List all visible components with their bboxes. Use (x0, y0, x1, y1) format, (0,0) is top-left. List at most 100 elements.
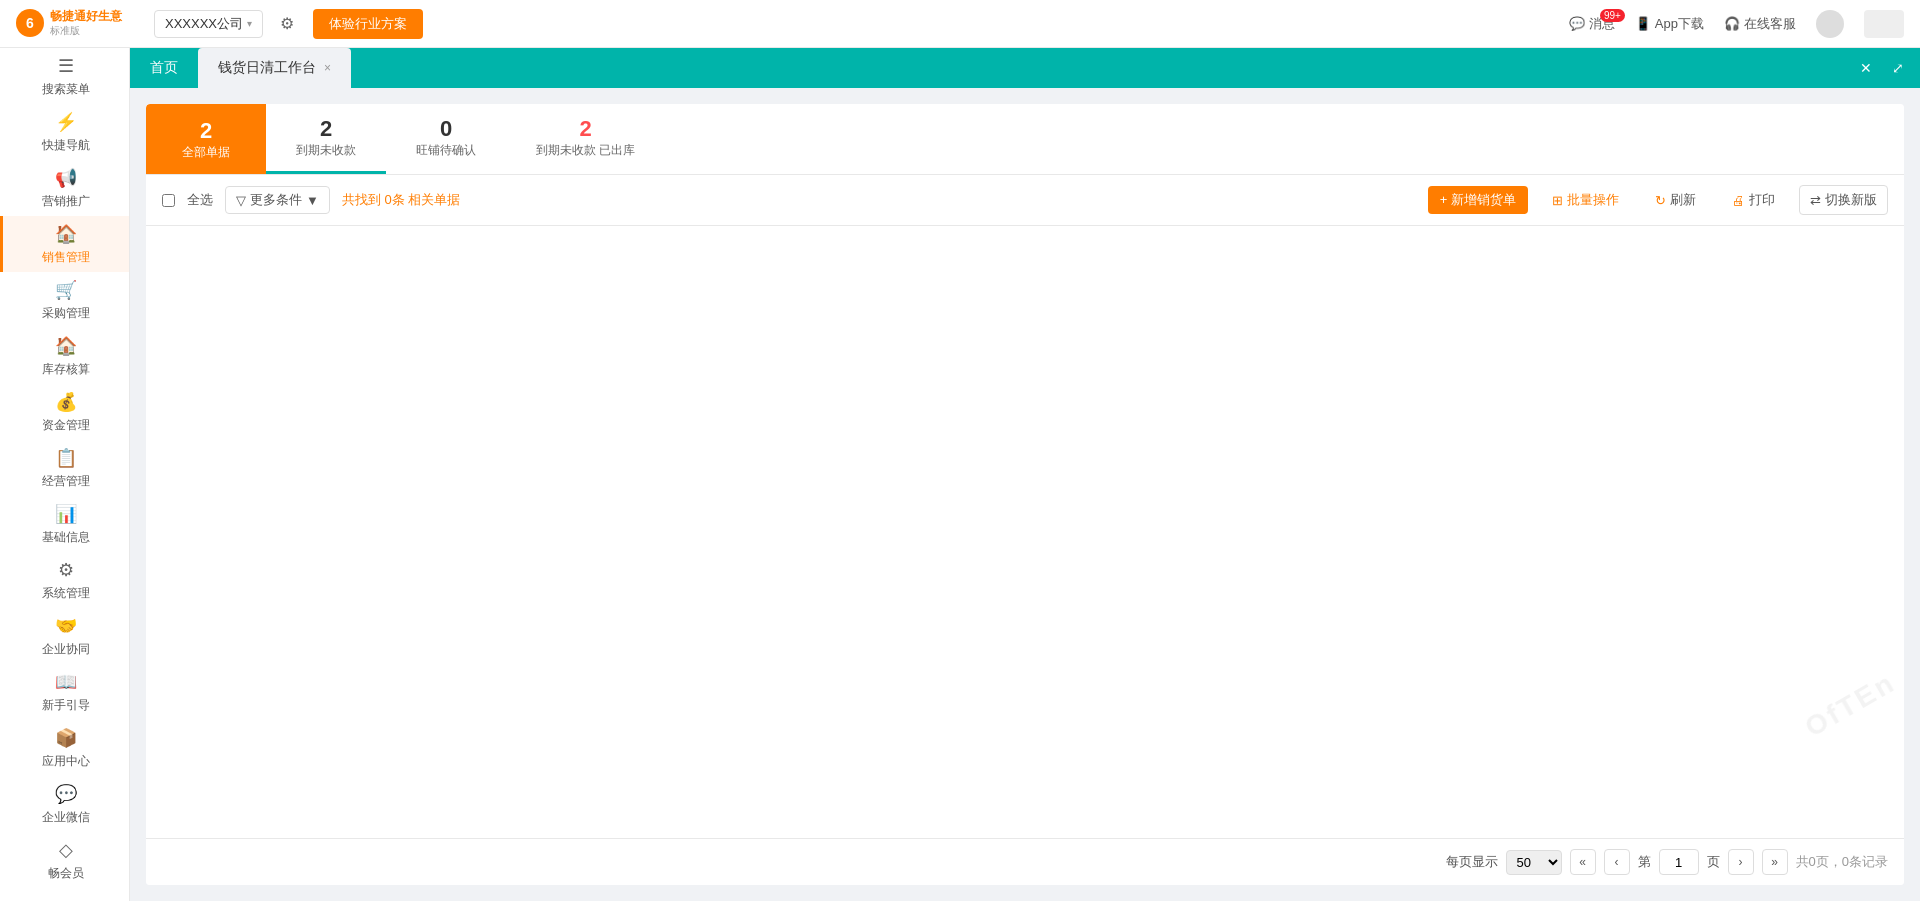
page-number-input[interactable] (1659, 849, 1699, 875)
tab-actions: ✕ ⤢ (1852, 54, 1920, 82)
sidebar: ☰ 搜索菜单 ⚡ 快捷导航 📢 营销推广 🏠 销售管理 🛒 采购管理 🏠 库存核… (0, 48, 130, 901)
message-badge: 99+ (1600, 9, 1625, 22)
stat-num-all: 2 (200, 118, 212, 144)
stat-tab-all[interactable]: 2 全部单据 (146, 104, 266, 174)
filter-button[interactable]: ▽ 更多条件 ▼ (225, 186, 330, 214)
base-info-icon: 📊 (55, 503, 77, 525)
add-sales-order-button[interactable]: + 新增销货单 (1428, 186, 1528, 214)
refresh-button[interactable]: ↻ 刷新 (1643, 186, 1708, 214)
guide-icon: 📖 (55, 671, 77, 693)
member-icon: ◇ (59, 839, 73, 861)
sidebar-item-app-center[interactable]: 📦 应用中心 (0, 720, 129, 776)
quick-nav-icon: ⚡ (55, 111, 77, 133)
sidebar-item-wechat[interactable]: 💬 企业微信 (0, 776, 129, 832)
online-service-button[interactable]: 🎧 在线客服 (1724, 15, 1796, 33)
sales-icon: 🏠 (55, 223, 77, 245)
avatar[interactable] (1816, 10, 1844, 38)
message-button[interactable]: 💬 消息 99+ (1569, 15, 1615, 33)
refresh-icon: ↻ (1655, 193, 1666, 208)
stat-num-pending: 0 (440, 116, 452, 142)
page-prev-button[interactable]: ‹ (1604, 849, 1630, 875)
trial-button[interactable]: 体验行业方案 (313, 9, 423, 39)
operations-icon: 📋 (55, 447, 77, 469)
sidebar-label: 基础信息 (42, 529, 90, 546)
stat-tab-overdue[interactable]: 2 到期未收款 (266, 104, 386, 174)
purchase-icon: 🛒 (55, 279, 77, 301)
sidebar-label: 营销推广 (42, 193, 90, 210)
sidebar-item-search-menu[interactable]: ☰ 搜索菜单 (0, 48, 129, 104)
stats-tabs: 2 全部单据 2 到期未收款 0 旺铺待确认 2 到期未收款 已出库 (146, 104, 1904, 175)
app-center-icon: 📦 (55, 727, 77, 749)
sidebar-item-purchase[interactable]: 🛒 采购管理 (0, 272, 129, 328)
total-text: 共0页，0条记录 (1796, 853, 1888, 871)
sidebar-label: 销售管理 (42, 249, 90, 266)
select-all-checkbox[interactable] (162, 194, 175, 207)
sidebar-item-inventory[interactable]: 🏠 库存核算 (0, 328, 129, 384)
found-text: 共找到 0条 相关单据 (342, 191, 460, 209)
logo-area: 6 畅捷通好生意 标准版 (16, 9, 146, 37)
page-next-button[interactable]: › (1728, 849, 1754, 875)
stat-tab-shipped[interactable]: 2 到期未收款 已出库 (506, 104, 665, 174)
logo-text: 畅捷通好生意 标准版 (50, 9, 122, 37)
sidebar-item-quick-nav[interactable]: ⚡ 快捷导航 (0, 104, 129, 160)
sidebar-item-base-info[interactable]: 📊 基础信息 (0, 496, 129, 552)
sidebar-item-operations[interactable]: 📋 经营管理 (0, 440, 129, 496)
chevron-down-icon: ▼ (306, 193, 319, 208)
print-button[interactable]: 🖨 打印 (1720, 186, 1787, 214)
tab-home[interactable]: 首页 (130, 48, 198, 88)
chevron-down-icon: ▾ (247, 18, 252, 29)
company-selector[interactable]: XXXXXX公司 ▾ (154, 10, 263, 38)
sidebar-label: 系统管理 (42, 585, 90, 602)
sidebar-item-sales[interactable]: 🏠 销售管理 (0, 216, 129, 272)
main-content: 首页 钱货日清工作台 × ✕ ⤢ 2 全部单据 2 到期未收款 (130, 48, 1920, 901)
gear-icon: ⚙ (280, 14, 294, 33)
sidebar-item-finance[interactable]: 💰 资金管理 (0, 384, 129, 440)
sidebar-item-guide[interactable]: 📖 新手引导 (0, 664, 129, 720)
sidebar-item-system[interactable]: ⚙ 系统管理 (0, 552, 129, 608)
switch-version-button[interactable]: ⇄ 切换新版 (1799, 185, 1888, 215)
marketing-icon: 📢 (55, 167, 77, 189)
app-download-button[interactable]: 📱 App下载 (1635, 15, 1704, 33)
stat-label-all: 全部单据 (182, 144, 230, 161)
content-panel: 2 全部单据 2 到期未收款 0 旺铺待确认 2 到期未收款 已出库 (146, 104, 1904, 885)
system-icon: ⚙ (58, 559, 74, 581)
page-first-button[interactable]: « (1570, 849, 1596, 875)
message-icon: 💬 (1569, 16, 1585, 31)
per-page-label: 每页显示 (1446, 853, 1498, 871)
sidebar-label: 搜索菜单 (42, 81, 90, 98)
stat-num-overdue: 2 (320, 116, 332, 142)
sidebar-item-marketing[interactable]: 📢 营销推广 (0, 160, 129, 216)
toolbar: 全选 ▽ 更多条件 ▼ 共找到 0条 相关单据 + 新增销货单 ⊞ 批量操作 (146, 175, 1904, 226)
sidebar-item-member[interactable]: ◇ 畅会员 (0, 832, 129, 888)
table-area (146, 226, 1904, 839)
page-suffix: 页 (1707, 853, 1720, 871)
close-tab-icon[interactable]: × (324, 61, 331, 75)
sidebar-item-enterprise[interactable]: 🤝 企业协同 (0, 608, 129, 664)
enterprise-icon: 🤝 (55, 615, 77, 637)
per-page-select[interactable]: 50 100 (1506, 850, 1562, 875)
wechat-icon: 💬 (55, 783, 77, 805)
user-name[interactable] (1864, 10, 1904, 38)
stat-label-shipped: 到期未收款 已出库 (536, 142, 635, 159)
select-all-label: 全选 (187, 191, 213, 209)
sidebar-label: 采购管理 (42, 305, 90, 322)
logo-icon: 6 (16, 9, 44, 37)
page-last-button[interactable]: » (1762, 849, 1788, 875)
inventory-icon: 🏠 (55, 335, 77, 357)
window-close-button[interactable]: ✕ (1852, 54, 1880, 82)
pagination-bar: 每页显示 50 100 « ‹ 第 页 › » 共0页，0条记录 (146, 839, 1904, 885)
tab-active[interactable]: 钱货日清工作台 × (198, 48, 351, 88)
window-expand-button[interactable]: ⤢ (1884, 54, 1912, 82)
tab-bar: 首页 钱货日清工作台 × ✕ ⤢ (130, 48, 1920, 88)
sidebar-label: 企业微信 (42, 809, 90, 826)
sidebar-label: 应用中心 (42, 753, 90, 770)
stat-tab-pending[interactable]: 0 旺铺待确认 (386, 104, 506, 174)
service-icon: 🎧 (1724, 16, 1740, 31)
batch-operation-button[interactable]: ⊞ 批量操作 (1540, 186, 1631, 214)
sidebar-label: 库存核算 (42, 361, 90, 378)
settings-button[interactable]: ⚙ (271, 8, 303, 40)
batch-icon: ⊞ (1552, 193, 1563, 208)
download-icon: 📱 (1635, 16, 1651, 31)
stat-num-shipped: 2 (580, 116, 592, 142)
sidebar-label: 快捷导航 (42, 137, 90, 154)
